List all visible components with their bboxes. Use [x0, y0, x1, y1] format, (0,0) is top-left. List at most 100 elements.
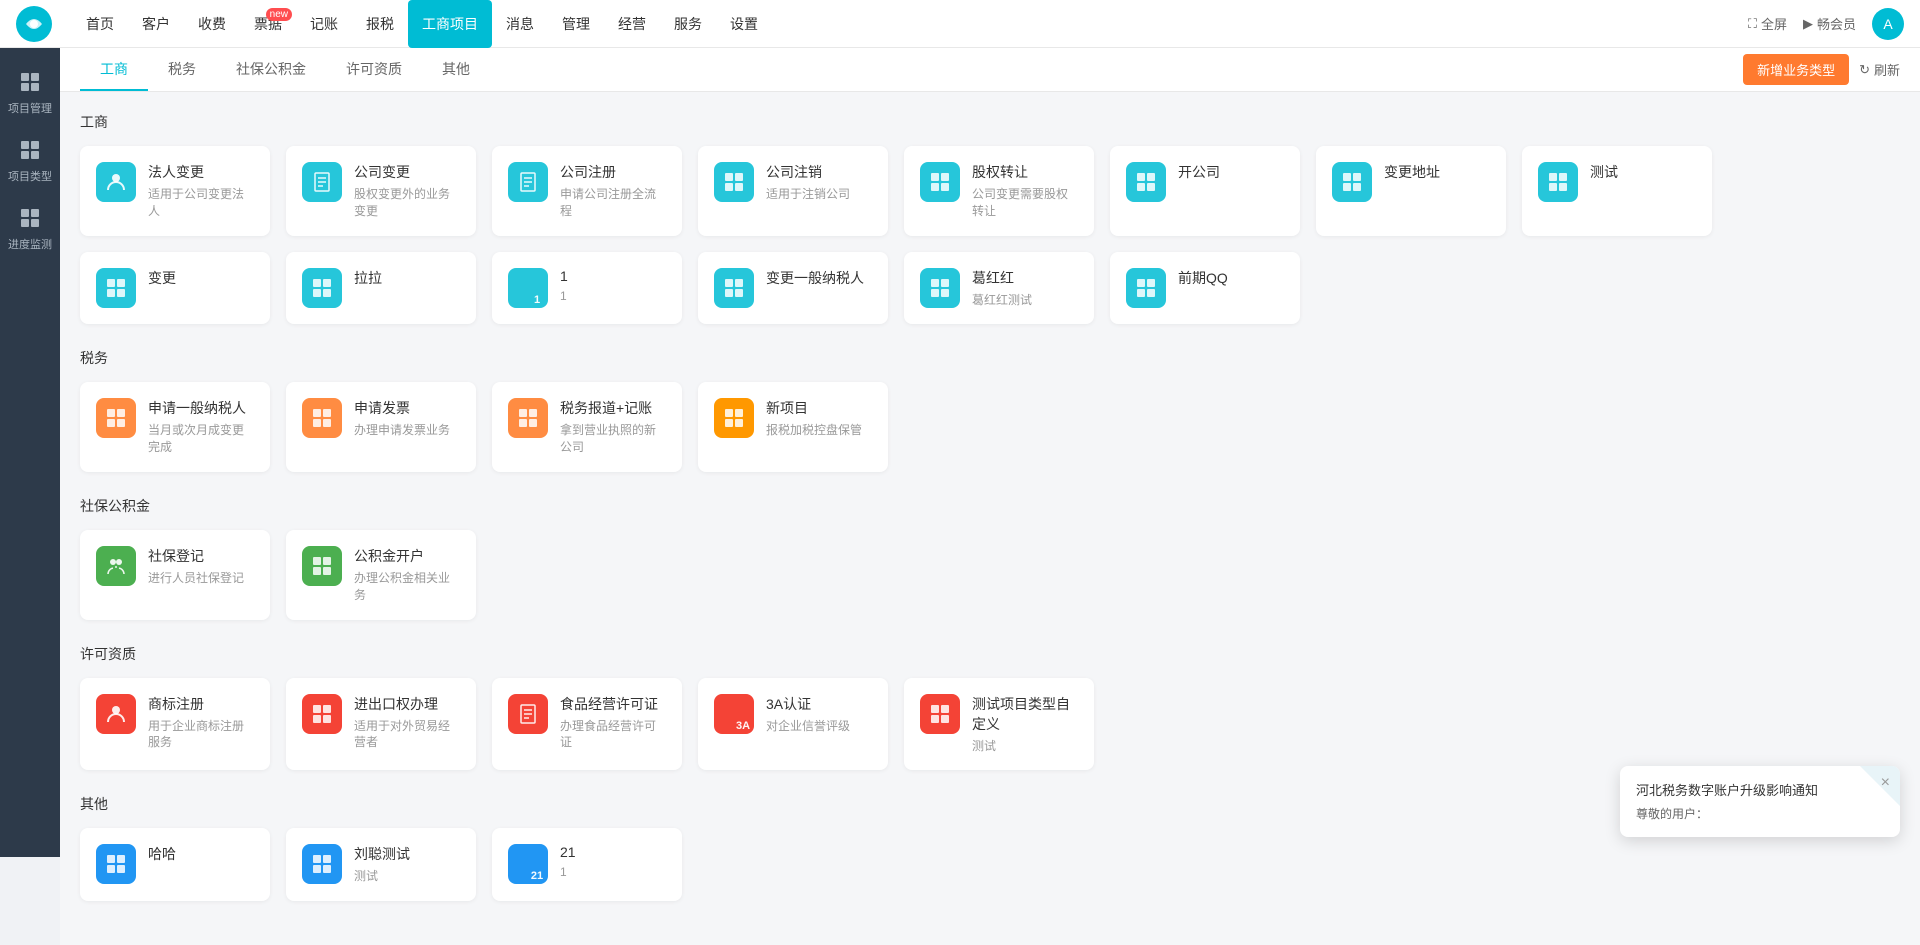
card-s2[interactable]: 公积金开户办理公积金相关业务 — [286, 530, 476, 620]
sidebar-item-project-type[interactable]: 项目类型 — [0, 126, 60, 194]
sidebar-item-progress-monitor[interactable]: 进度监测 — [0, 194, 60, 262]
card-title-o1: 哈哈 — [148, 844, 176, 864]
card-icon-t2 — [302, 398, 342, 438]
card-c13[interactable]: 葛红红葛红红测试 — [904, 252, 1094, 325]
nav-item-business[interactable]: 工商项目 — [408, 0, 492, 48]
card-title-s1: 社保登记 — [148, 546, 244, 566]
card-c10[interactable]: 拉拉 — [286, 252, 476, 325]
nav-item-customer[interactable]: 客户 — [128, 0, 184, 48]
card-desc-o3: 1 — [560, 864, 576, 881]
sub-tabs-right: 新增业务类型 ↻ 刷新 — [1743, 54, 1900, 85]
card-c14[interactable]: 前期QQ — [1110, 252, 1300, 325]
nav-item-account[interactable]: 记账 — [296, 0, 352, 48]
nav-item-settings[interactable]: 设置 — [716, 0, 772, 48]
card-t4[interactable]: 新项目报税加税控盘保管 — [698, 382, 888, 472]
card-c6[interactable]: 开公司 — [1110, 146, 1300, 236]
card-icon-o1 — [96, 844, 136, 884]
card-body-c10: 拉拉 — [354, 268, 382, 292]
section-shebao-section: 社保公积金 社保登记进行人员社保登记 公积金开户办理公积金相关业务 — [80, 496, 1900, 620]
card-x1[interactable]: 商标注册用于企业商标注册服务 — [80, 678, 270, 771]
card-body-c3: 公司注册申请公司注册全流程 — [560, 162, 666, 220]
section-title-gongshang-section: 工商 — [80, 112, 1900, 132]
sub-tab-shebao[interactable]: 社保公积金 — [216, 48, 326, 91]
nav-right: ⛶ 全屏 ▶ 畅会员 A — [1748, 8, 1904, 40]
card-title-c8: 测试 — [1590, 162, 1618, 182]
card-icon-c3 — [508, 162, 548, 202]
notification-close-button[interactable]: × — [1881, 774, 1890, 792]
card-title-t4: 新项目 — [766, 398, 862, 418]
card-body-c6: 开公司 — [1178, 162, 1220, 186]
nav-badge-ticket: new — [266, 8, 292, 21]
card-t2[interactable]: 申请发票办理申请发票业务 — [286, 382, 476, 472]
card-c12[interactable]: 变更一般纳税人 — [698, 252, 888, 325]
avatar[interactable]: A — [1872, 8, 1904, 40]
card-title-c5: 股权转让 — [972, 162, 1078, 182]
fullscreen-icon: ⛶ — [1748, 16, 1757, 32]
card-t1[interactable]: 申请一般纳税人当月或次月成变更完成 — [80, 382, 270, 472]
card-icon-o3: 21 — [508, 844, 548, 884]
card-body-x1: 商标注册用于企业商标注册服务 — [148, 694, 254, 752]
sub-tab-gongshang[interactable]: 工商 — [80, 48, 148, 91]
nav-item-message[interactable]: 消息 — [492, 0, 548, 48]
card-icon-x3 — [508, 694, 548, 734]
sub-tab-other[interactable]: 其他 — [422, 48, 490, 91]
cards-grid-other-section: 哈哈 刘聪测试测试 21 211 — [80, 828, 1900, 901]
sidebar-icon-project-manage — [16, 68, 44, 96]
card-icon-t3 — [508, 398, 548, 438]
card-desc-t4: 报税加税控盘保管 — [766, 422, 862, 439]
nav-item-ticket[interactable]: 票据new — [240, 0, 296, 48]
card-desc-c1: 适用于公司变更法人 — [148, 186, 254, 220]
sidebar-icon-progress-monitor — [16, 204, 44, 232]
card-desc-c4: 适用于注销公司 — [766, 186, 850, 203]
card-c9[interactable]: 变更 — [80, 252, 270, 325]
new-type-button[interactable]: 新增业务类型 — [1743, 54, 1849, 85]
card-c4[interactable]: 公司注销适用于注销公司 — [698, 146, 888, 236]
nav-item-manage[interactable]: 管理 — [548, 0, 604, 48]
card-t3[interactable]: 税务报道+记账拿到营业执照的新公司 — [492, 382, 682, 472]
cards-grid-shebao-section: 社保登记进行人员社保登记 公积金开户办理公积金相关业务 — [80, 530, 1900, 620]
card-title-o3: 21 — [560, 844, 576, 860]
card-icon-c8 — [1538, 162, 1578, 202]
card-s1[interactable]: 社保登记进行人员社保登记 — [80, 530, 270, 620]
card-desc-c3: 申请公司注册全流程 — [560, 186, 666, 220]
sidebar-label-project-manage: 项目管理 — [8, 100, 52, 116]
refresh-button[interactable]: ↻ 刷新 — [1859, 60, 1900, 79]
card-c7[interactable]: 变更地址 — [1316, 146, 1506, 236]
nav-item-home[interactable]: 首页 — [72, 0, 128, 48]
card-c11[interactable]: 1 11 — [492, 252, 682, 325]
card-body-o3: 211 — [560, 844, 576, 881]
card-x5[interactable]: 测试项目类型自定义测试 — [904, 678, 1094, 771]
card-c1[interactable]: 法人变更适用于公司变更法人 — [80, 146, 270, 236]
app-logo[interactable] — [16, 6, 52, 42]
vip-btn[interactable]: ▶ 畅会员 — [1803, 14, 1856, 33]
notification-title: 河北税务数字账户升级影响通知 — [1636, 780, 1884, 799]
nav-item-tax[interactable]: 报税 — [352, 0, 408, 48]
card-c2[interactable]: 公司变更股权变更外的业务变更 — [286, 146, 476, 236]
card-desc-t2: 办理申请发票业务 — [354, 422, 450, 439]
card-x2[interactable]: 进出口权办理适用于对外贸易经营者 — [286, 678, 476, 771]
card-o2[interactable]: 刘聪测试测试 — [286, 828, 476, 901]
sidebar-item-project-manage[interactable]: 项目管理 — [0, 58, 60, 126]
card-o1[interactable]: 哈哈 — [80, 828, 270, 901]
sub-tab-xuke[interactable]: 许可资质 — [326, 48, 422, 91]
card-x3[interactable]: 食品经营许可证办理食品经营许可证 — [492, 678, 682, 771]
nav-item-billing[interactable]: 收费 — [184, 0, 240, 48]
fullscreen-btn[interactable]: ⛶ 全屏 — [1748, 14, 1787, 33]
card-body-c12: 变更一般纳税人 — [766, 268, 864, 292]
card-icon-c6 — [1126, 162, 1166, 202]
card-c3[interactable]: 公司注册申请公司注册全流程 — [492, 146, 682, 236]
card-c5[interactable]: 股权转让公司变更需要股权转让 — [904, 146, 1094, 236]
nav-item-operation[interactable]: 经营 — [604, 0, 660, 48]
card-body-o2: 刘聪测试测试 — [354, 844, 410, 885]
sub-tab-shuiwu[interactable]: 税务 — [148, 48, 216, 91]
card-desc-c11: 1 — [560, 288, 568, 305]
card-o3[interactable]: 21 211 — [492, 828, 682, 901]
card-c8[interactable]: 测试 — [1522, 146, 1712, 236]
nav-item-service[interactable]: 服务 — [660, 0, 716, 48]
card-icon-x1 — [96, 694, 136, 734]
card-x4[interactable]: 3A 3A认证对企业信誉评级 — [698, 678, 888, 771]
card-title-x4: 3A认证 — [766, 694, 850, 714]
card-desc-s2: 办理公积金相关业务 — [354, 570, 460, 604]
card-icon-c11: 1 — [508, 268, 548, 308]
card-desc-s1: 进行人员社保登记 — [148, 570, 244, 587]
